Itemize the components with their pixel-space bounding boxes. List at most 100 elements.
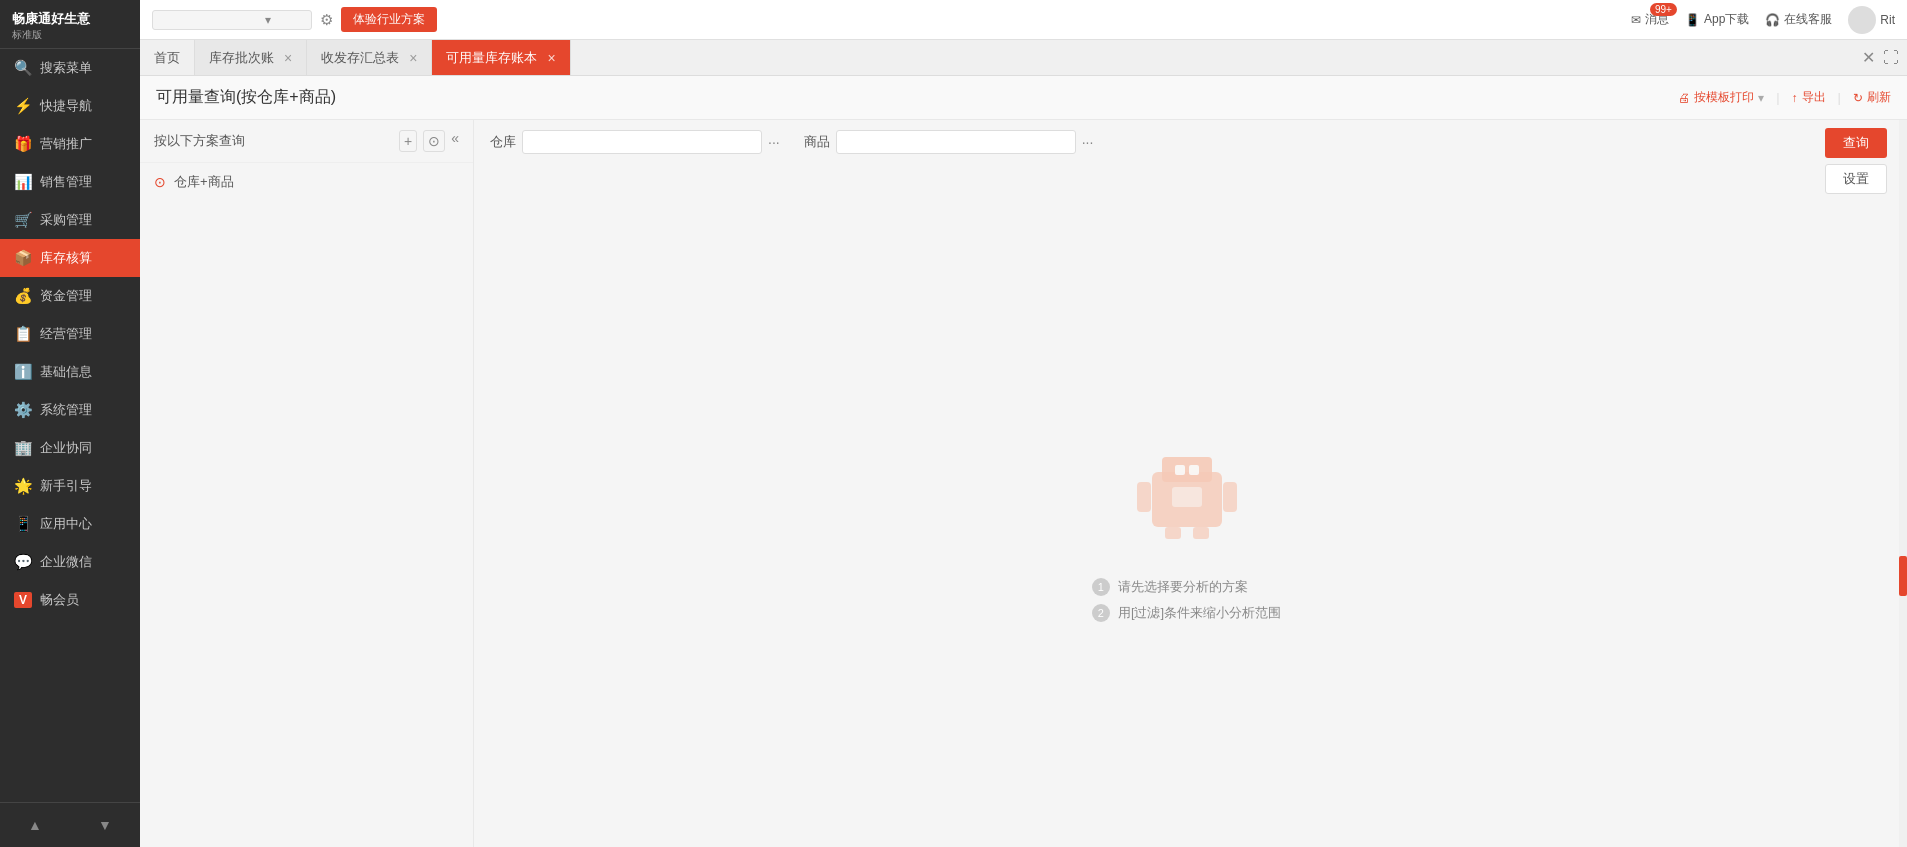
sidebar-item-label: 企业协同 <box>40 439 92 457</box>
export-icon: ↑ <box>1792 91 1798 105</box>
topbar: ▾ ⚙ 体验行业方案 ✉ 消息 99+ 📱 App下载 🎧 在线客服 Rit <box>140 0 1907 40</box>
vip-icon: V <box>14 592 32 608</box>
empty-state: 1 请先选择要分析的方案 2 用[过滤]条件来缩小分析范围 <box>474 202 1899 847</box>
tab-batch-account-close[interactable]: × <box>284 50 292 66</box>
sidebar-item-enterprise[interactable]: 🏢 企业协同 <box>0 429 140 467</box>
message-button[interactable]: ✉ 消息 99+ <box>1631 11 1669 28</box>
sidebar-item-inventory[interactable]: 📦 库存核算 <box>0 239 140 277</box>
topbar-search-box[interactable]: ▾ <box>152 10 312 30</box>
sidebar-item-purchase[interactable]: 🛒 采购管理 <box>0 201 140 239</box>
settings-icon[interactable]: ⚙ <box>320 11 333 29</box>
app-download-label: App下载 <box>1704 11 1749 28</box>
star-icon: 🌟 <box>14 477 32 495</box>
search-input[interactable] <box>161 13 261 27</box>
username-label: Rit <box>1880 13 1895 27</box>
scheme-item-warehouse-goods[interactable]: ⊙ 仓库+商品 <box>140 163 473 201</box>
warehouse-input[interactable] <box>522 130 762 154</box>
query-button[interactable]: 查询 <box>1825 128 1887 158</box>
tab-receive-summary-close[interactable]: × <box>409 50 417 66</box>
goods-input[interactable] <box>836 130 1076 154</box>
online-service-button[interactable]: 🎧 在线客服 <box>1765 11 1832 28</box>
warehouse-label: 仓库 <box>490 133 516 151</box>
sidebar-item-ops[interactable]: 📋 经营管理 <box>0 315 140 353</box>
tabs-end-controls: ✕ ⛶ <box>1862 48 1907 67</box>
empty-tip-2: 2 用[过滤]条件来缩小分析范围 <box>1092 604 1281 622</box>
warehouse-more-button[interactable]: ··· <box>768 134 780 150</box>
scrollbar-thumb[interactable] <box>1899 556 1907 596</box>
tab-batch-account-label: 库存批次账 <box>209 49 274 67</box>
sidebar-item-enterprise-wechat[interactable]: 💬 企业微信 <box>0 543 140 581</box>
svg-rect-2 <box>1175 465 1185 475</box>
svg-rect-3 <box>1189 465 1199 475</box>
sidebar-scroll-controls: ▲ ▼ <box>0 811 140 839</box>
query-row: 仓库 ··· 商品 ··· 查询 设置 <box>474 120 1899 202</box>
sidebar-item-label: 系统管理 <box>40 401 92 419</box>
add-scheme-button[interactable]: + <box>399 130 417 152</box>
gear-icon: ⚙️ <box>14 401 32 419</box>
goods-more-button[interactable]: ··· <box>1082 134 1094 150</box>
export-button[interactable]: ↑ 导出 <box>1792 89 1826 106</box>
message-badge: 99+ <box>1650 3 1677 16</box>
app-download-button[interactable]: 📱 App下载 <box>1685 11 1749 28</box>
right-scrollbar[interactable] <box>1899 120 1907 847</box>
print-button[interactable]: 🖨 按模板打印 ▾ <box>1678 89 1764 106</box>
warehouse-filter-group: 仓库 ··· <box>490 130 780 154</box>
tab-bar: 首页 库存批次账 × 收发存汇总表 × 可用量库存账本 × ✕ ⛶ <box>140 40 1907 76</box>
sidebar-item-label: 快捷导航 <box>40 97 92 115</box>
expand-tab-button[interactable]: ⛶ <box>1883 49 1899 67</box>
goods-filter-group: 商品 ··· <box>804 130 1094 154</box>
tab-available-ledger-label: 可用量库存账本 <box>446 49 537 67</box>
industry-solution-button[interactable]: 体验行业方案 <box>341 7 437 32</box>
scheme-label: 仓库+商品 <box>174 173 234 191</box>
sidebar-item-label: 经营管理 <box>40 325 92 343</box>
sidebar-item-onboarding[interactable]: 🌟 新手引导 <box>0 467 140 505</box>
mobile-icon: 📱 <box>14 515 32 533</box>
sidebar-item-funds[interactable]: 💰 资金管理 <box>0 277 140 315</box>
page-header-actions: 🖨 按模板打印 ▾ | ↑ 导出 | ↻ 刷新 <box>1678 89 1891 106</box>
tab-home[interactable]: 首页 <box>140 40 195 76</box>
online-service-label: 在线客服 <box>1784 11 1832 28</box>
sidebar-item-shortcut[interactable]: ⚡ 快捷导航 <box>0 87 140 125</box>
query-fields: 仓库 ··· 商品 ··· <box>474 120 1813 164</box>
user-menu[interactable]: Rit <box>1848 6 1895 34</box>
main-content: ▾ ⚙ 体验行业方案 ✉ 消息 99+ 📱 App下载 🎧 在线客服 Rit <box>140 0 1907 847</box>
info-icon: ℹ️ <box>14 363 32 381</box>
tab-batch-account[interactable]: 库存批次账 × <box>195 40 307 76</box>
scroll-down-btn[interactable]: ▼ <box>88 813 122 837</box>
sidebar-item-label: 资金管理 <box>40 287 92 305</box>
scheme-settings-button[interactable]: ⊙ <box>423 130 445 152</box>
empty-tip-1: 1 请先选择要分析的方案 <box>1092 578 1281 596</box>
sidebar-item-search[interactable]: 🔍 搜索菜单 <box>0 49 140 87</box>
tip-1-text: 请先选择要分析的方案 <box>1118 578 1248 596</box>
svg-rect-8 <box>1193 527 1209 539</box>
filter-panel: 按以下方案查询 + ⊙ « ⊙ 仓库+商品 <box>140 120 474 847</box>
empty-illustration <box>1127 427 1247 566</box>
sidebar-item-sales[interactable]: 📊 销售管理 <box>0 163 140 201</box>
tab-receive-summary[interactable]: 收发存汇总表 × <box>307 40 432 76</box>
sidebar-item-label: 营销推广 <box>40 135 92 153</box>
sidebar-item-basic-info[interactable]: ℹ️ 基础信息 <box>0 353 140 391</box>
main-body: 按以下方案查询 + ⊙ « ⊙ 仓库+商品 仓库 ··· <box>140 120 1907 847</box>
close-tab-button[interactable]: ✕ <box>1862 48 1875 67</box>
collapse-panel-button[interactable]: « <box>451 130 459 152</box>
app-title: 畅康通好生意 <box>12 10 128 28</box>
sidebar-item-marketing[interactable]: 🎁 营销推广 <box>0 125 140 163</box>
sidebar-footer: ▲ ▼ <box>0 802 140 847</box>
tab-available-ledger-close[interactable]: × <box>547 50 555 66</box>
sidebar-item-sys[interactable]: ⚙️ 系统管理 <box>0 391 140 429</box>
tab-available-ledger[interactable]: 可用量库存账本 × <box>432 40 570 76</box>
sidebar-item-vip[interactable]: V 畅会员 <box>0 581 140 619</box>
money-icon: 💰 <box>14 287 32 305</box>
print-dropdown-icon[interactable]: ▾ <box>1758 91 1764 105</box>
dropdown-arrow-icon[interactable]: ▾ <box>265 13 271 27</box>
chart-icon: 📊 <box>14 173 32 191</box>
print-label: 按模板打印 <box>1694 89 1754 106</box>
app-logo: 畅康通好生意 标准版 <box>0 0 140 49</box>
clipboard-icon: 📋 <box>14 325 32 343</box>
column-settings-button[interactable]: 设置 <box>1825 164 1887 194</box>
sidebar-item-app-center[interactable]: 📱 应用中心 <box>0 505 140 543</box>
export-label: 导出 <box>1802 89 1826 106</box>
refresh-button[interactable]: ↻ 刷新 <box>1853 89 1891 106</box>
flash-icon: ⚡ <box>14 97 32 115</box>
scroll-up-btn[interactable]: ▲ <box>18 813 52 837</box>
